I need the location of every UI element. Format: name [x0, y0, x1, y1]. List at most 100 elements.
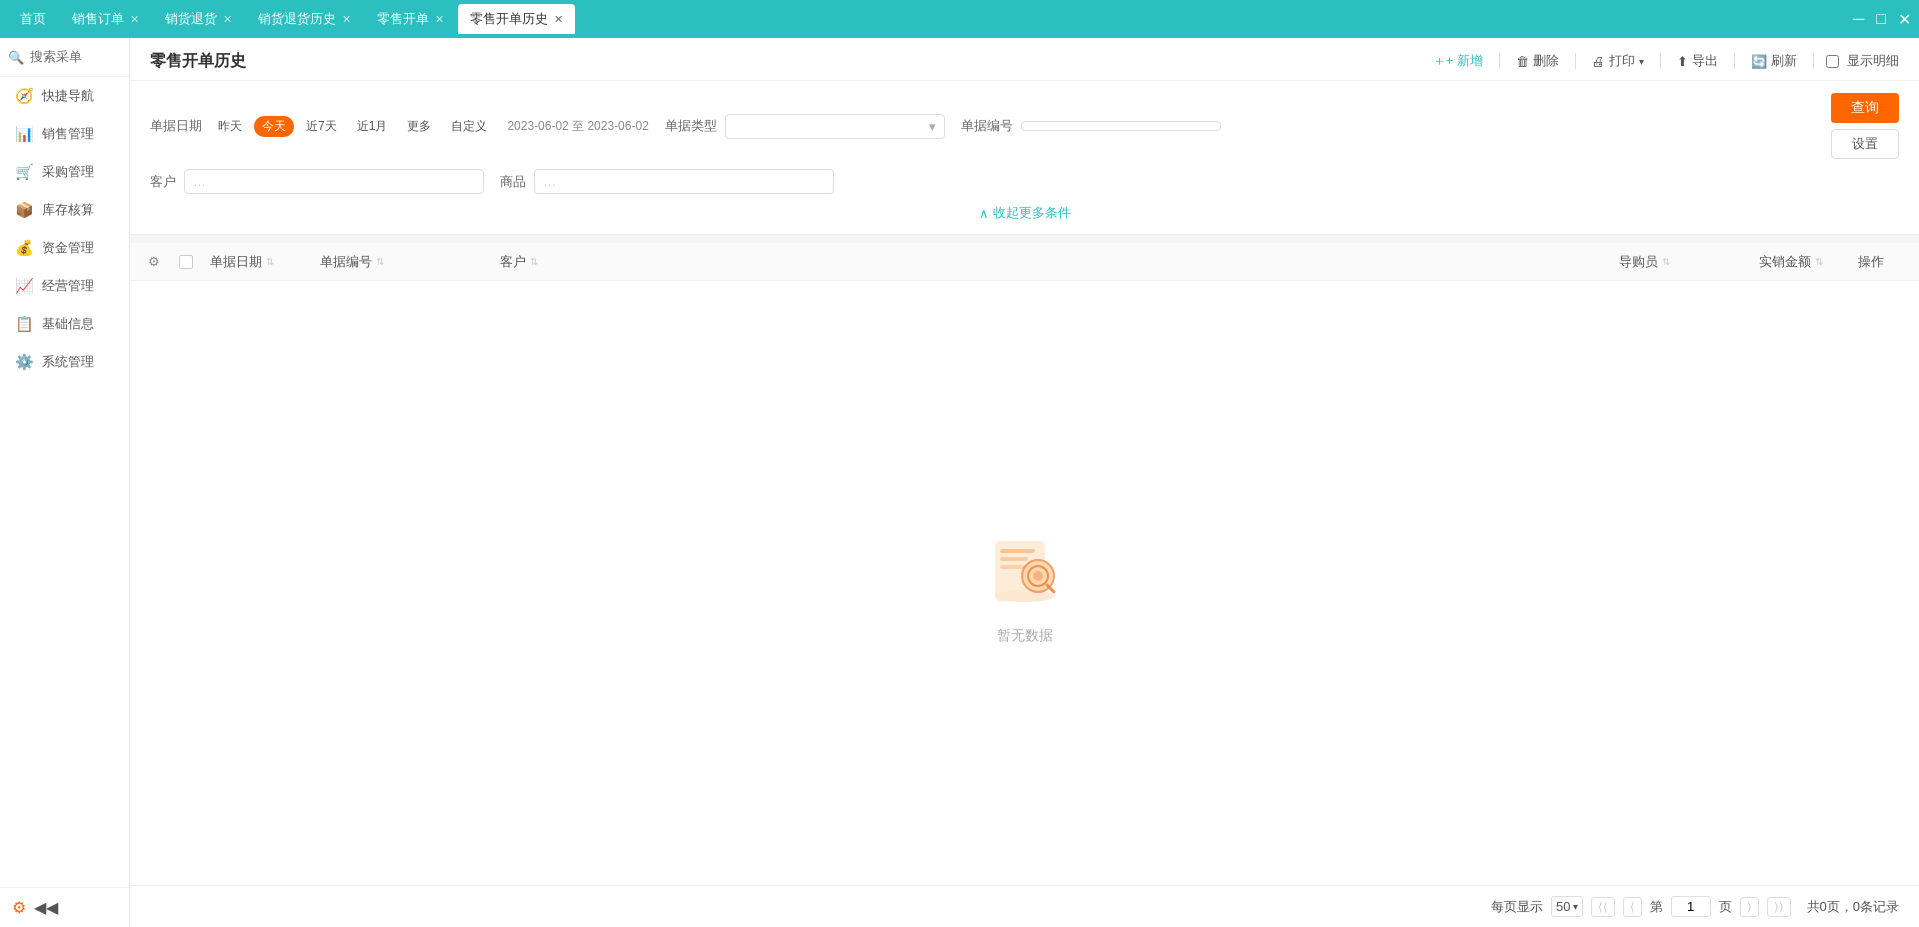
col-guide[interactable]: 导购员 ⇅: [1611, 253, 1711, 271]
sort-guide-icon: ⇅: [1662, 256, 1670, 267]
collapse-filter-btn[interactable]: ∧ 收起更多条件: [979, 204, 1071, 222]
divider-1: [1499, 53, 1500, 69]
show-detail-checkbox[interactable]: [1826, 55, 1839, 68]
tab-close-retail-open-history[interactable]: ✕: [554, 13, 563, 26]
sidebar-item-inventory[interactable]: 📦 库存核算: [0, 191, 129, 229]
empty-state: 暂无数据: [130, 281, 1919, 885]
tab-sales-return[interactable]: 销货退货 ✕: [153, 4, 244, 34]
client-label: 客户: [150, 173, 176, 191]
doc-type-select[interactable]: ▾: [725, 114, 945, 139]
doc-no-label: 单据编号: [961, 117, 1013, 135]
settings-bottom-icon[interactable]: ⚙: [12, 898, 26, 917]
col-check[interactable]: [170, 255, 202, 269]
svg-rect-3: [1000, 557, 1028, 561]
tab-retail-open-history[interactable]: 零售开单历史 ✕: [458, 4, 575, 34]
header-checkbox[interactable]: [179, 255, 193, 269]
delete-button[interactable]: 🗑 删除: [1512, 50, 1563, 72]
per-page-select[interactable]: 50 ▾: [1551, 896, 1582, 917]
page-input[interactable]: [1671, 896, 1711, 917]
empty-state-icon: [980, 521, 1070, 611]
tab-sales-order[interactable]: 销售订单 ✕: [60, 4, 151, 34]
sidebar-item-finance[interactable]: 💰 资金管理: [0, 229, 129, 267]
date-opt-custom[interactable]: 自定义: [443, 116, 495, 137]
col-amount[interactable]: 实销金额 ⇅: [1711, 253, 1831, 271]
table-container: ⚙ 单据日期 ⇅ 单据编号 ⇅ 客户 ⇅ 导购员 ⇅: [130, 243, 1919, 927]
date-filter-group: 单据日期 昨天 今天 近7天 近1月 更多 自定义 2023-06-02 至 2…: [150, 116, 649, 137]
window-maximize[interactable]: □: [1876, 10, 1886, 28]
sort-date-icon: ⇅: [266, 256, 274, 267]
query-button[interactable]: 查询: [1831, 93, 1899, 123]
goods-label: 商品: [500, 173, 526, 191]
per-page-dropdown-icon: ▾: [1573, 901, 1578, 912]
export-icon: ⬆: [1677, 54, 1688, 69]
window-minimize[interactable]: ─: [1853, 10, 1864, 28]
date-opt-today[interactable]: 今天: [254, 116, 294, 137]
new-icon: ＋: [1433, 52, 1446, 70]
table-header: ⚙ 单据日期 ⇅ 单据编号 ⇅ 客户 ⇅ 导购员 ⇅: [130, 243, 1919, 281]
page-title: 零售开单历史: [150, 51, 246, 72]
tab-close-sales-return-history[interactable]: ✕: [342, 13, 351, 26]
search-icon: 🔍: [8, 50, 24, 65]
sort-no-icon: ⇅: [376, 256, 384, 267]
sidebar-search[interactable]: 🔍 搜索采单: [0, 38, 129, 77]
tab-home[interactable]: 首页: [8, 4, 58, 34]
goods-group: 商品 …: [500, 169, 834, 194]
page-prev-btn[interactable]: ⟨: [1623, 897, 1642, 917]
tab-close-sales-return[interactable]: ✕: [223, 13, 232, 26]
print-icon: 🖨: [1592, 54, 1605, 69]
collapse-sidebar-icon[interactable]: ◀◀: [34, 898, 58, 917]
col-no[interactable]: 单据编号 ⇅: [312, 253, 492, 271]
page-last-btn[interactable]: ⟩⟩: [1767, 897, 1791, 917]
tab-close-retail-open[interactable]: ✕: [435, 13, 444, 26]
per-page-label: 每页显示: [1491, 898, 1543, 916]
doc-type-label: 单据类型: [665, 117, 717, 135]
sidebar-item-sys-mgmt[interactable]: ⚙️ 系统管理: [0, 343, 129, 381]
show-detail-checkbox-label[interactable]: 显示明细: [1826, 52, 1899, 70]
refresh-button[interactable]: 🔄 刷新: [1747, 50, 1801, 72]
tab-close-sales-order[interactable]: ✕: [130, 13, 139, 26]
doc-no-input[interactable]: [1021, 121, 1221, 131]
date-opt-1month[interactable]: 近1月: [349, 116, 396, 137]
sales-mgmt-icon: 📊: [15, 125, 34, 143]
filter-buttons: 查询 设置: [1831, 93, 1899, 159]
header-actions: ＋ + 新增 🗑 删除 🖨 打印 ▾ ⬆ 导出: [1429, 50, 1899, 72]
col-settings[interactable]: ⚙: [138, 254, 170, 269]
col-client[interactable]: 客户 ⇅: [492, 253, 1611, 271]
sidebar-item-sales-mgmt[interactable]: 📊 销售管理: [0, 115, 129, 153]
svg-point-8: [1033, 571, 1043, 581]
goods-input[interactable]: …: [534, 169, 834, 194]
sort-client-icon: ⇅: [530, 256, 538, 267]
print-button[interactable]: 🖨 打印 ▾: [1588, 50, 1648, 72]
date-opt-yesterday[interactable]: 昨天: [210, 116, 250, 137]
col-op: 操作: [1831, 253, 1911, 271]
client-input[interactable]: …: [184, 169, 484, 194]
new-button[interactable]: ＋ + 新增: [1429, 50, 1487, 72]
print-dropdown-icon: ▾: [1639, 56, 1644, 67]
date-opt-7days[interactable]: 近7天: [298, 116, 345, 137]
page-next-btn[interactable]: ⟩: [1740, 897, 1759, 917]
window-close[interactable]: ✕: [1898, 10, 1911, 29]
export-button[interactable]: ⬆ 导出: [1673, 50, 1722, 72]
quick-nav-icon: 🧭: [15, 87, 34, 105]
sidebar-item-quick-nav[interactable]: 🧭 快捷导航: [0, 77, 129, 115]
page-first-btn[interactable]: ⟨⟨: [1591, 897, 1615, 917]
sys-mgmt-icon: ⚙️: [15, 353, 34, 371]
col-date[interactable]: 单据日期 ⇅: [202, 253, 312, 271]
filter-area: 单据日期 昨天 今天 近7天 近1月 更多 自定义 2023-06-02 至 2…: [130, 81, 1919, 235]
purchase-mgmt-icon: 🛒: [15, 163, 34, 181]
sidebar-item-basic-info[interactable]: 📋 基础信息: [0, 305, 129, 343]
doc-no-group: 单据编号: [961, 117, 1221, 135]
refresh-icon: 🔄: [1751, 54, 1767, 69]
tab-bar: 首页 销售订单 ✕ 销货退货 ✕ 销货退货历史 ✕ 零售开单 ✕ 零售开单历史 …: [0, 0, 1919, 38]
tab-sales-return-history[interactable]: 销货退货历史 ✕: [246, 4, 363, 34]
divider-5: [1813, 53, 1814, 69]
inventory-icon: 📦: [15, 201, 34, 219]
date-options: 昨天 今天 近7天 近1月 更多 自定义: [210, 116, 495, 137]
sidebar-item-operations[interactable]: 📈 经营管理: [0, 267, 129, 305]
sidebar-item-purchase-mgmt[interactable]: 🛒 采购管理: [0, 153, 129, 191]
delete-icon: 🗑: [1516, 54, 1529, 69]
set-button[interactable]: 设置: [1831, 129, 1899, 159]
tab-retail-open[interactable]: 零售开单 ✕: [365, 4, 456, 34]
sidebar-bottom: ⚙ ◀◀: [0, 887, 129, 927]
date-opt-more[interactable]: 更多: [399, 116, 439, 137]
